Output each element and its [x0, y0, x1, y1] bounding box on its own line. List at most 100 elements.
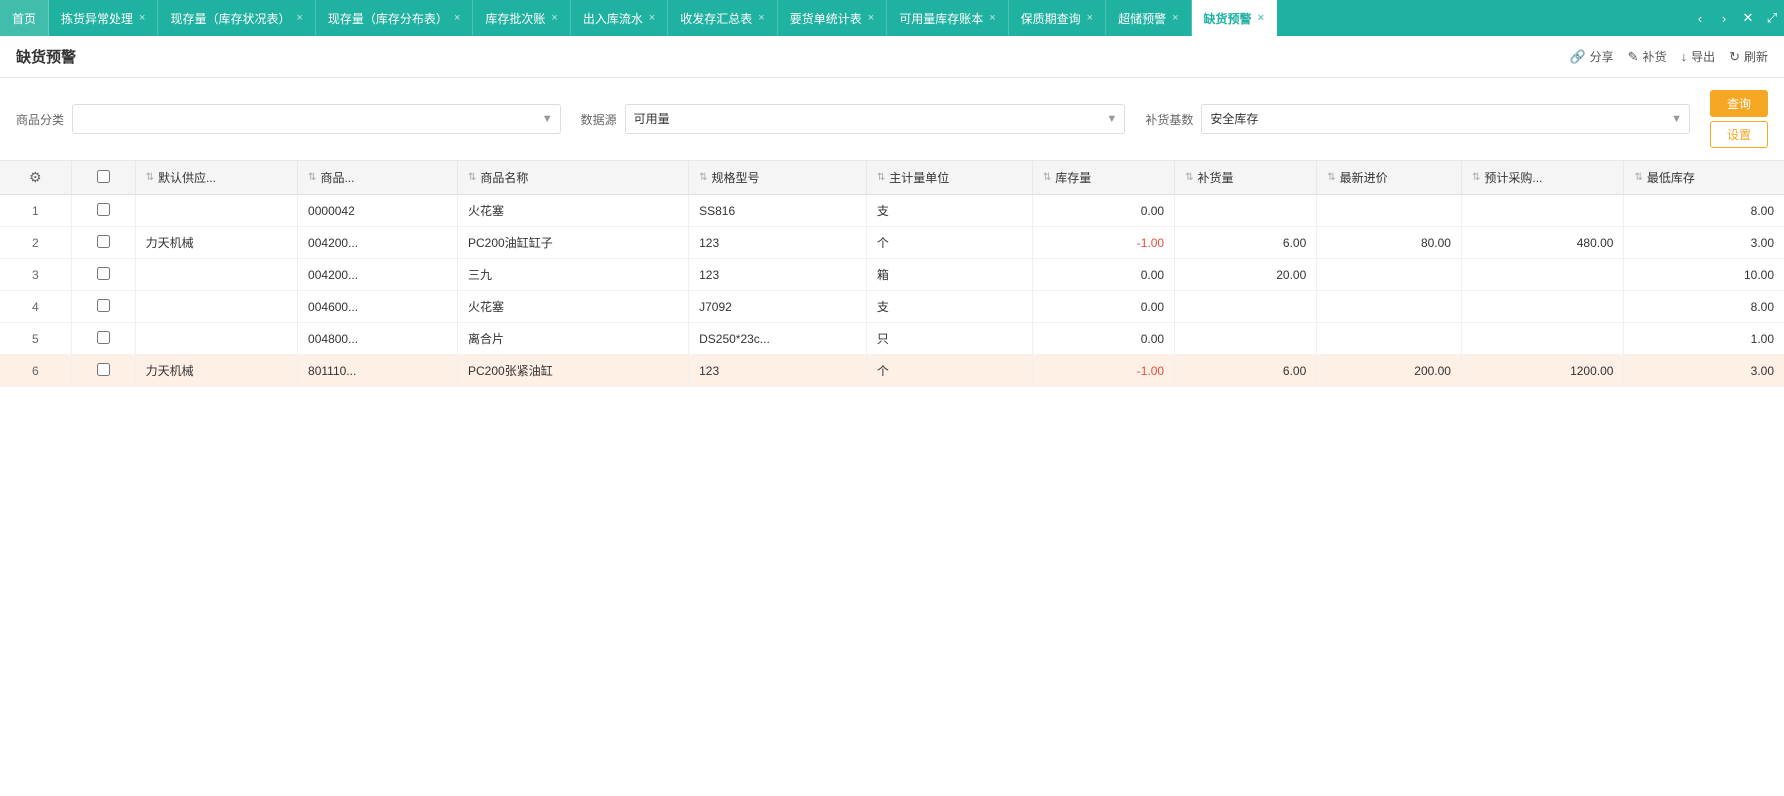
replenish-basis-select-wrap: 安全库存 最低库存 ▼ [1201, 104, 1690, 134]
tab-close[interactable]: × [296, 12, 302, 24]
tab-receive-summary[interactable]: 收发存汇总表 × [668, 0, 777, 36]
cell-unit: 箱 [866, 259, 1032, 291]
tab-expiry-query[interactable]: 保质期查询 × [1009, 0, 1106, 36]
cell-spec: SS816 [689, 195, 867, 227]
tab-home[interactable]: 首页 [0, 0, 49, 36]
tab-requisition-stat[interactable]: 要货单统计表 × [778, 0, 887, 36]
cell-forecast [1461, 195, 1623, 227]
query-button[interactable]: 查询 [1710, 90, 1768, 117]
th-seq: ⚙ [0, 161, 71, 195]
table-row[interactable]: 3 004200... 三九 123 箱 0.00 20.00 10.00 [0, 259, 1784, 291]
sort-icon[interactable]: ⇅ [1185, 172, 1193, 183]
tab-close[interactable]: × [1172, 12, 1178, 24]
export-button[interactable]: ↓ 导出 [1681, 48, 1716, 65]
tab-expand-btn[interactable]: ⤢ [1760, 0, 1784, 36]
th-unit-label: 主计量单位 [889, 169, 949, 186]
sort-icon[interactable]: ⇅ [468, 172, 476, 183]
cell-checkbox [71, 291, 135, 323]
tab-close[interactable]: × [989, 12, 995, 24]
tab-available-ledger[interactable]: 可用量库存账本 × [887, 0, 1008, 36]
cell-checkbox [71, 259, 135, 291]
sort-icon[interactable]: ⇅ [699, 172, 707, 183]
tab-abnormal[interactable]: 拣货异常处理 × [49, 0, 158, 36]
sort-icon[interactable]: ⇅ [1043, 172, 1051, 183]
settings-button[interactable]: 设置 [1710, 121, 1768, 148]
row-checkbox[interactable] [97, 203, 110, 216]
th-code-label: 商品... [320, 169, 354, 186]
tab-abnormal-close[interactable]: × [139, 12, 145, 24]
select-all-checkbox[interactable] [97, 170, 110, 183]
tab-shortage-close[interactable]: × [1258, 12, 1264, 24]
cell-price [1317, 291, 1462, 323]
page-title: 缺货预警 [16, 46, 1569, 67]
cell-seq: 2 [0, 227, 71, 259]
table-row[interactable]: 2 力天机械 004200... PC200油缸缸子 123 个 -1.00 6… [0, 227, 1784, 259]
export-label: 导出 [1691, 48, 1715, 65]
tab-prev-btn[interactable]: ‹ [1688, 0, 1712, 36]
cell-replenish [1175, 195, 1317, 227]
tab-close[interactable]: × [649, 12, 655, 24]
tab-inventory-dist[interactable]: 现存量（库存分布表） × [316, 0, 473, 36]
cell-replenish [1175, 323, 1317, 355]
tab-close[interactable]: × [551, 12, 557, 24]
row-checkbox[interactable] [97, 267, 110, 280]
sort-icon[interactable]: ⇅ [1327, 172, 1335, 183]
tab-label: 现存量（库存状况表） [170, 10, 290, 27]
th-price: ⇅ 最新进价 [1317, 161, 1462, 195]
page-content: 缺货预警 🔗 分享 ✎ 补货 ↓ 导出 ↻ 刷新 商品分类 [0, 36, 1784, 796]
row-checkbox[interactable] [97, 363, 110, 376]
category-select[interactable] [72, 104, 561, 134]
tab-close[interactable]: × [758, 12, 764, 24]
cell-seq: 6 [0, 355, 71, 387]
tab-close[interactable]: × [868, 12, 874, 24]
sort-icon[interactable]: ⇅ [1634, 172, 1642, 183]
replenish-basis-label: 补货基数 [1145, 111, 1193, 128]
sort-icon[interactable]: ⇅ [1472, 172, 1480, 183]
datasource-select[interactable]: 可用量 库存量 [625, 104, 1126, 134]
table-row[interactable]: 4 004600... 火花塞 J7092 支 0.00 8.00 [0, 291, 1784, 323]
row-checkbox[interactable] [97, 235, 110, 248]
cell-name: PC200油缸缸子 [458, 227, 689, 259]
cell-price [1317, 259, 1462, 291]
gear-icon[interactable]: ⚙ [29, 169, 42, 185]
table-row[interactable]: 1 0000042 火花塞 SS816 支 0.00 8.00 [0, 195, 1784, 227]
cell-name: 火花塞 [458, 291, 689, 323]
sort-icon[interactable]: ⇅ [146, 172, 154, 183]
cell-stock: 0.00 [1032, 259, 1174, 291]
cell-code: 004800... [298, 323, 458, 355]
tab-close[interactable]: × [454, 12, 460, 24]
tab-label: 可用量库存账本 [899, 10, 983, 27]
replenish-button[interactable]: ✎ 补货 [1628, 48, 1667, 65]
th-name: ⇅ 商品名称 [458, 161, 689, 195]
category-select-wrap: ▼ [72, 104, 561, 134]
table-row[interactable]: 5 004800... 离合片 DS250*23c... 只 0.00 1.00 [0, 323, 1784, 355]
share-button[interactable]: 🔗 分享 [1569, 48, 1613, 65]
tab-label: 保质期查询 [1021, 10, 1081, 27]
tab-close[interactable]: × [1087, 12, 1093, 24]
replenish-basis-select[interactable]: 安全库存 最低库存 [1201, 104, 1690, 134]
tab-next-btn[interactable]: › [1712, 0, 1736, 36]
refresh-button[interactable]: ↻ 刷新 [1729, 48, 1768, 65]
replenish-label: 补货 [1643, 48, 1667, 65]
tab-shortage-warning[interactable]: 缺货预警 × [1192, 0, 1277, 36]
tab-close-btn[interactable]: ✕ [1736, 0, 1760, 36]
cell-unit: 支 [866, 195, 1032, 227]
tab-inventory-status[interactable]: 现存量（库存状况表） × [158, 0, 315, 36]
tab-overstock-warning[interactable]: 超储预警 × [1106, 0, 1191, 36]
sort-icon[interactable]: ⇅ [308, 172, 316, 183]
tab-label: 超储预警 [1118, 10, 1166, 27]
cell-supplier [135, 259, 297, 291]
th-spec: ⇅ 规格型号 [689, 161, 867, 195]
sort-icon[interactable]: ⇅ [877, 172, 885, 183]
tab-batch-account[interactable]: 库存批次账 × [473, 0, 570, 36]
row-checkbox[interactable] [97, 331, 110, 344]
cell-seq: 3 [0, 259, 71, 291]
table-row[interactable]: 6 力天机械 801110... PC200张紧油缸 123 个 -1.00 6… [0, 355, 1784, 387]
tab-inout-flow[interactable]: 出入库流水 × [571, 0, 668, 36]
cell-stock: 0.00 [1032, 291, 1174, 323]
th-spec-label: 规格型号 [711, 169, 759, 186]
row-checkbox[interactable] [97, 299, 110, 312]
cell-code: 004200... [298, 259, 458, 291]
cell-forecast [1461, 323, 1623, 355]
datasource-label: 数据源 [581, 111, 617, 128]
